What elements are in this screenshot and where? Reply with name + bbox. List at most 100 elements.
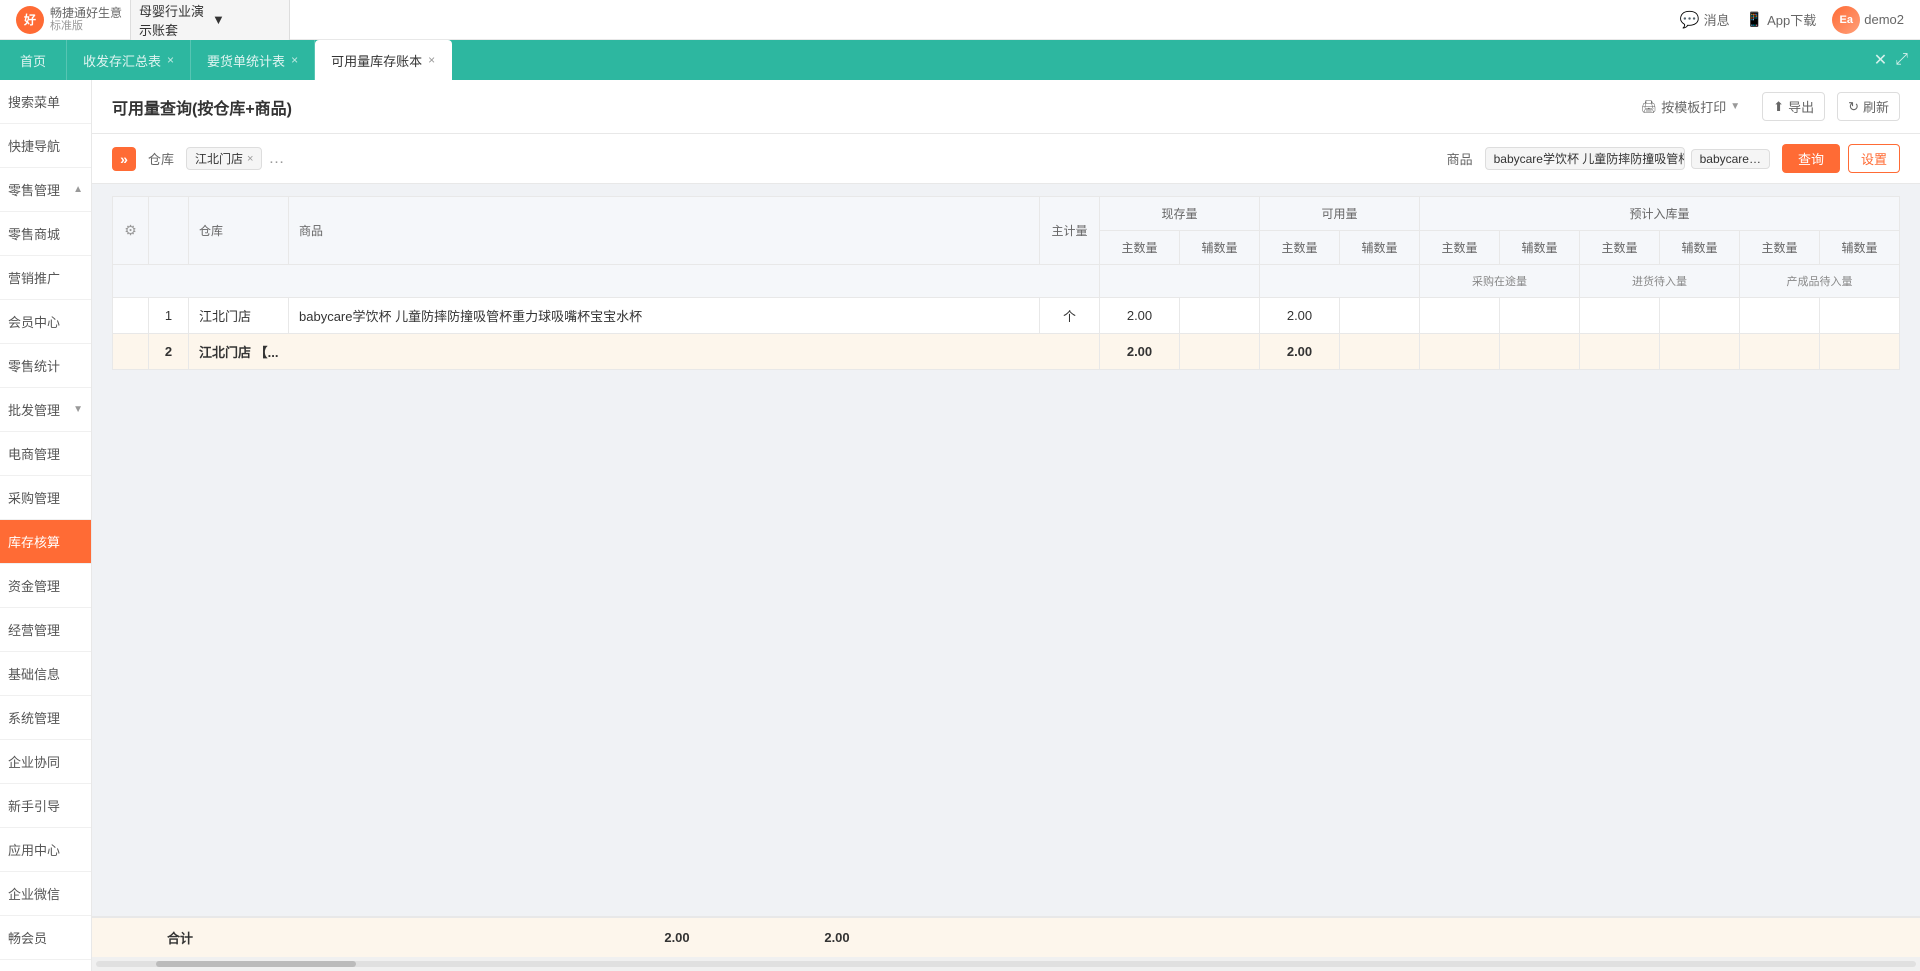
- subtotal-stock-sub: [1180, 334, 1260, 370]
- data-table: ⚙ 仓库 商品 主计量 现存量 可用量 预计入库量 主数量 辅数量 主数量: [112, 196, 1900, 370]
- sidebar-item-newbie[interactable]: 新手引导: [0, 784, 91, 828]
- sidebar: 搜索菜单 快捷导航 零售管理 ▲ 零售商城 营销推广 会员中心 零售统计 批发管…: [0, 80, 92, 971]
- message-button[interactable]: 💬 消息: [1680, 10, 1730, 30]
- filter-actions: 查询 设置: [1782, 144, 1900, 173]
- row-1-avail-sub: [1340, 298, 1420, 334]
- top-bar-right: 💬 消息 📱 App下载 Ea demo2: [1680, 6, 1904, 34]
- row-1-pur-main: [1420, 298, 1500, 334]
- col-pur-transit-subheader: 采购在途量: [1420, 265, 1580, 298]
- row-1-num: 1: [149, 298, 189, 334]
- sidebar-item-retail-stats[interactable]: 零售统计: [0, 344, 91, 388]
- tab-order[interactable]: 要货单统计表 ×: [191, 40, 315, 80]
- col-warehouse-header: 仓库: [189, 197, 289, 265]
- tab-receipt[interactable]: 收发存汇总表 ×: [67, 40, 191, 80]
- sidebar-item-member2[interactable]: 畅会员: [0, 916, 91, 960]
- top-bar-left: 好 畅捷通好生意 标准版 母婴行业演示账套 ▼: [16, 0, 290, 43]
- total-stock-sub: [717, 930, 797, 945]
- row-1-avail-main: 2.00: [1260, 298, 1340, 334]
- col-settings-header: ⚙: [113, 197, 149, 265]
- sidebar-item-finance[interactable]: 资金管理: [0, 564, 91, 608]
- sidebar-item-wholesale[interactable]: 批发管理 ▼: [0, 388, 91, 432]
- scrollbar-area: [92, 957, 1920, 971]
- subtotal-num: 2: [149, 334, 189, 370]
- print-icon: 🖨: [1641, 99, 1658, 115]
- print-template-button[interactable]: 🖨 按模板打印 ▼: [1631, 93, 1750, 120]
- top-bar: 好 畅捷通好生意 标准版 母婴行业演示账套 ▼ 💬 消息 📱 App下载 Ea …: [0, 0, 1920, 40]
- subtotal-pur-main: [1420, 334, 1500, 370]
- row-1-warehouse: 江北门店: [189, 298, 289, 334]
- col-incoming-sub-header: 辅数量: [1660, 231, 1740, 265]
- subtotal-stock-main: 2.00: [1100, 334, 1180, 370]
- user-menu[interactable]: Ea demo2: [1832, 6, 1904, 34]
- scrollbar-thumb[interactable]: [156, 961, 356, 967]
- scrollbar-track[interactable]: [96, 961, 1916, 967]
- store-selector[interactable]: 母婴行业演示账套 ▼: [130, 0, 290, 43]
- sidebar-item-wechat[interactable]: 企业微信: [0, 872, 91, 916]
- subtotal-prod-main: [1740, 334, 1820, 370]
- row-1-incoming-sub: [1660, 298, 1740, 334]
- sidebar-item-system[interactable]: 系统管理: [0, 696, 91, 740]
- product-tag-2: babycare…: [1691, 149, 1770, 169]
- col-goods-header: 商品: [289, 197, 1040, 265]
- col-avail-main-header: 主数量: [1260, 231, 1340, 265]
- row-1-stock-sub: [1180, 298, 1260, 334]
- sidebar-item-ecommerce[interactable]: 电商管理: [0, 432, 91, 476]
- col-stock-subheader: [1100, 265, 1260, 298]
- col-pur-transit-main-header: 主数量: [1420, 231, 1500, 265]
- subtotal-pur-sub: [1500, 334, 1580, 370]
- tab-close-available[interactable]: ×: [428, 53, 435, 67]
- col-incoming-main-header: 主数量: [1580, 231, 1660, 265]
- col-available-header: 可用量: [1260, 197, 1420, 231]
- app-download-button[interactable]: 📱 App下载: [1746, 10, 1817, 29]
- col-prod-subheader: 产成品待入量: [1740, 265, 1900, 298]
- tab-close-receipt[interactable]: ×: [167, 53, 174, 67]
- subtotal-incoming-sub: [1660, 334, 1740, 370]
- subtotal-warehouse: 江北门店 【...: [189, 334, 1100, 370]
- sidebar-item-search[interactable]: 搜索菜单: [0, 80, 91, 124]
- subtotal-incoming-main: [1580, 334, 1660, 370]
- export-button[interactable]: ⬆ 导出: [1762, 92, 1825, 121]
- sidebar-item-operations[interactable]: 经营管理: [0, 608, 91, 652]
- sidebar-item-member[interactable]: 会员中心: [0, 300, 91, 344]
- tab-available[interactable]: 可用量库存账本 ×: [315, 40, 452, 80]
- total-row: 合计 2.00 2.00: [92, 916, 1920, 957]
- subtotal-settings: [113, 334, 149, 370]
- col-num-header: [149, 197, 189, 265]
- total-avail-main: 2.00: [797, 930, 877, 945]
- page-header: 可用量查询(按仓库+商品) 🖨 按模板打印 ▼ ⬆ 导出 ↻ 刷新: [92, 80, 1920, 134]
- row-1-pur-sub: [1500, 298, 1580, 334]
- page-title: 可用量查询(按仓库+商品): [112, 95, 292, 119]
- sidebar-item-appstore[interactable]: 应用中心: [0, 828, 91, 872]
- sidebar-item-basic[interactable]: 基础信息: [0, 652, 91, 696]
- col-stock-main-header: 主数量: [1100, 231, 1180, 265]
- filter-expand-button[interactable]: »: [112, 147, 136, 171]
- sidebar-item-quick-nav[interactable]: 快捷导航: [0, 124, 91, 168]
- warehouse-tags: 江北门店 × …: [186, 147, 1435, 170]
- subtotal-prod-sub: [1820, 334, 1900, 370]
- content-area: 可用量查询(按仓库+商品) 🖨 按模板打印 ▼ ⬆ 导出 ↻ 刷新 »: [92, 80, 1920, 971]
- nav-window-buttons: ✕ ⤢: [1862, 50, 1920, 70]
- total-label: 合计: [112, 928, 342, 947]
- tab-close-order[interactable]: ×: [291, 53, 298, 67]
- col-stock-header: 现存量: [1100, 197, 1260, 231]
- table-settings-icon[interactable]: ⚙: [124, 222, 137, 238]
- window-resize-button[interactable]: ⤢: [1895, 51, 1908, 69]
- sidebar-item-retail-mall[interactable]: 零售商城: [0, 212, 91, 256]
- warehouse-more[interactable]: …: [268, 150, 284, 168]
- query-button[interactable]: 查询: [1782, 144, 1840, 173]
- sidebar-item-enterprise[interactable]: 企业协同: [0, 740, 91, 784]
- chevron-down-icon: ▼: [1730, 101, 1740, 112]
- remove-warehouse-tag[interactable]: ×: [247, 153, 253, 165]
- sidebar-item-marketing[interactable]: 营销推广: [0, 256, 91, 300]
- export-icon: ⬆: [1773, 99, 1784, 115]
- tab-home[interactable]: 首页: [0, 40, 67, 80]
- refresh-button[interactable]: ↻ 刷新: [1837, 92, 1900, 121]
- col-prod-sub-header: 辅数量: [1820, 231, 1900, 265]
- window-close-button[interactable]: ✕: [1874, 50, 1887, 70]
- sidebar-item-inventory[interactable]: 库存核算: [0, 520, 91, 564]
- subtotal-avail-main: 2.00: [1260, 334, 1340, 370]
- filter-bar: » 仓库 江北门店 × … 商品 babycare学饮杯 儿童防摔防撞吸管杯重力…: [92, 134, 1920, 184]
- sidebar-item-retail-mgmt[interactable]: 零售管理 ▲: [0, 168, 91, 212]
- sidebar-item-purchase[interactable]: 采购管理: [0, 476, 91, 520]
- settings-button[interactable]: 设置: [1848, 144, 1900, 173]
